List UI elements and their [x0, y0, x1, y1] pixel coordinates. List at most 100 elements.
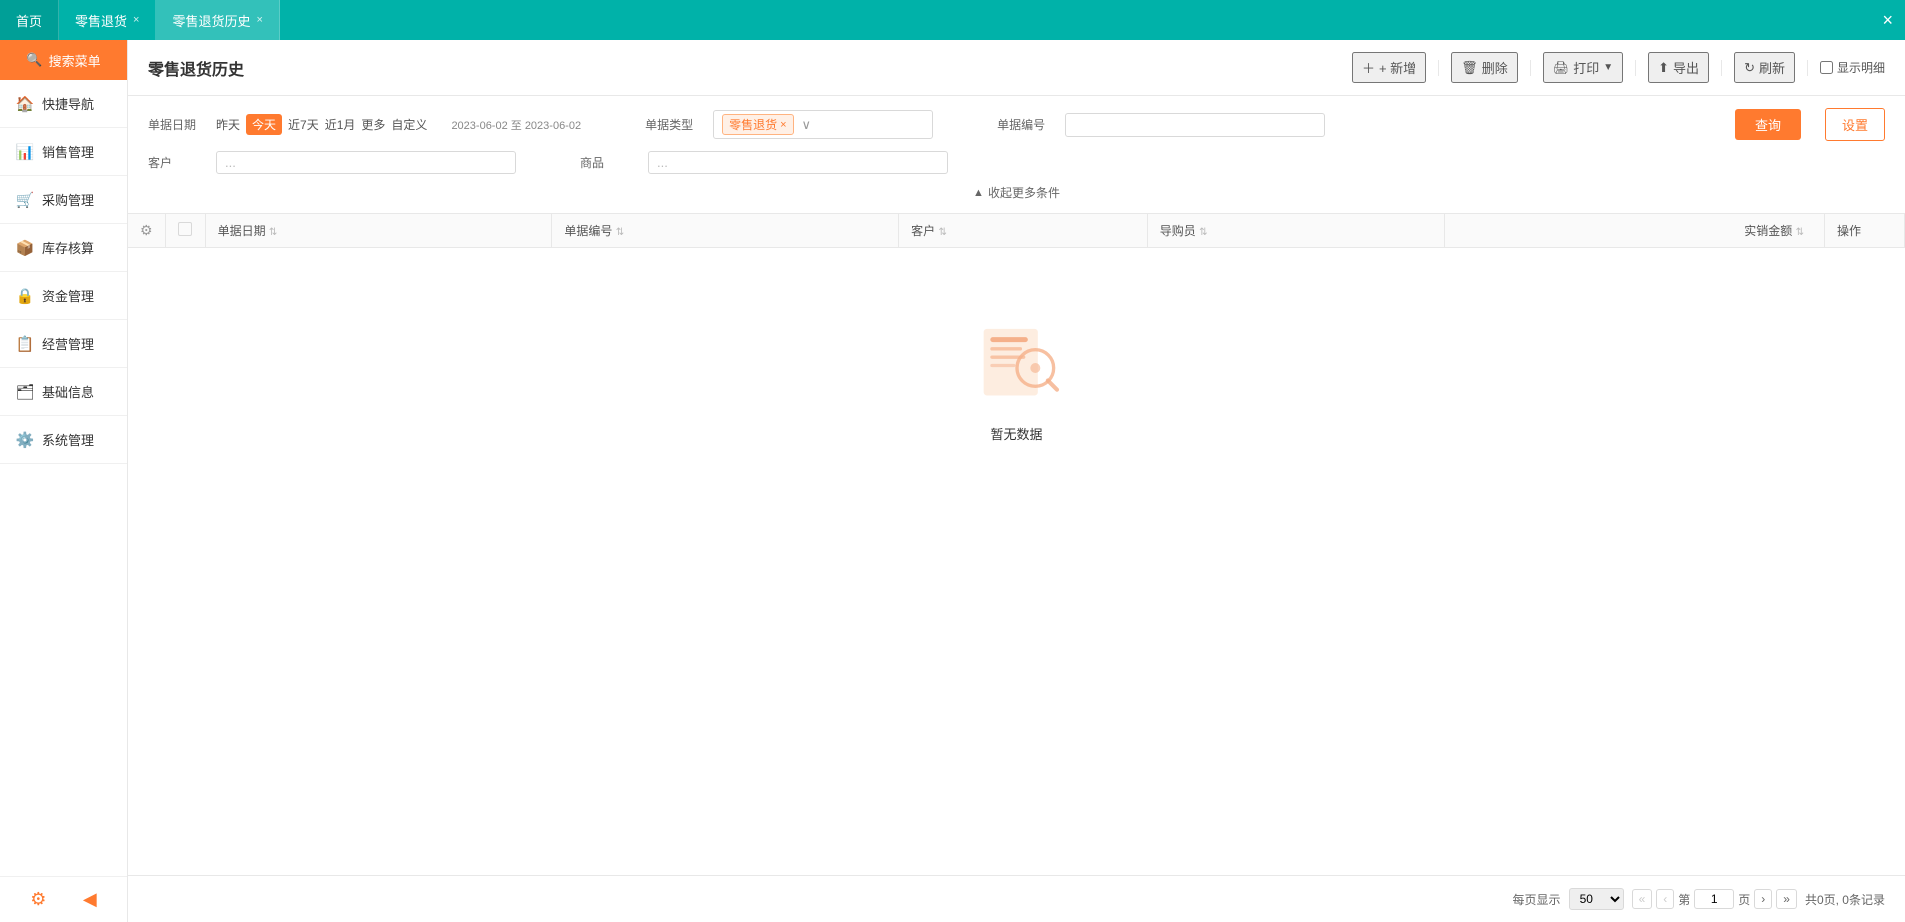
filter-goods-label: 商品	[580, 154, 640, 171]
filter-type-tag-value: 零售退货	[729, 116, 777, 133]
date-option-7days[interactable]: 近7天	[288, 116, 319, 133]
collapse-label: 收起更多条件	[988, 184, 1060, 201]
sidebar-bottom: ⚙ ◀	[0, 876, 127, 922]
sidebar-item-inventory[interactable]: 📦 库存核算	[0, 224, 127, 272]
th-amount[interactable]: 实销金额 ⇅	[1445, 214, 1825, 248]
empty-state: 暂无数据	[128, 248, 1905, 503]
filter-goods-select[interactable]: ...	[648, 151, 948, 174]
date-option-yesterday[interactable]: 昨天	[216, 116, 240, 133]
th-guide[interactable]: 导购员 ⇅	[1147, 214, 1445, 248]
sidebar-item-quick-nav[interactable]: 🏠 快捷导航	[0, 80, 127, 128]
divider-2	[1530, 60, 1531, 76]
sidebar-item-finance-mgmt[interactable]: 🔒 资金管理	[0, 272, 127, 320]
collapse-sidebar-icon[interactable]: ◀	[83, 889, 97, 910]
print-button[interactable]: 🖨 打印 ▼	[1543, 52, 1623, 83]
sidebar-item-sales-mgmt-label: 销售管理	[42, 142, 94, 161]
filter-voucher-label: 单据编号	[997, 116, 1057, 133]
tab-retail-return-history-label: 零售退货历史	[172, 11, 250, 30]
tab-retail-return-history-close[interactable]: ×	[256, 14, 262, 26]
filter-customer-placeholder: ...	[225, 155, 236, 170]
sidebar-item-system-mgmt-label: 系统管理	[42, 430, 94, 449]
filter-date-group: 单据日期 昨天 今天 近7天 近1月 更多 自定义	[148, 114, 427, 135]
refresh-button[interactable]: ↻ 刷新	[1734, 52, 1795, 83]
new-icon: ＋	[1362, 58, 1375, 77]
sort-customer-icon: ⇅	[939, 227, 947, 238]
divider-1	[1438, 60, 1439, 76]
print-icon: 🖨	[1553, 60, 1570, 76]
column-settings-icon[interactable]: ⚙	[140, 222, 153, 238]
show-detail-checkbox[interactable]	[1820, 61, 1833, 74]
table-header: ⚙ 单据日期 ⇅ 单据编号 ⇅	[128, 214, 1905, 248]
sort-voucher-icon: ⇅	[616, 227, 624, 238]
th-voucher-no[interactable]: 单据编号 ⇅	[552, 214, 899, 248]
sidebar-item-purchase-mgmt[interactable]: 🛒 采购管理	[0, 176, 127, 224]
date-range-display: 2023-06-02 至 2023-06-02	[451, 117, 581, 133]
sidebar-item-basic-info[interactable]: 🗂 基础信息	[0, 368, 127, 416]
th-voucher-no-label: 单据编号	[564, 224, 612, 238]
th-customer[interactable]: 客户 ⇅	[899, 214, 1148, 248]
basic-info-icon: 🗂	[16, 383, 34, 401]
page-nav: « ‹ 第 页 › »	[1632, 889, 1797, 909]
date-option-custom[interactable]: 自定义	[391, 116, 427, 133]
th-customer-label: 客户	[911, 224, 935, 238]
delete-label: 删除	[1482, 58, 1508, 77]
setting-button[interactable]: 设置	[1825, 108, 1885, 141]
home-icon: 🏠	[16, 95, 34, 113]
page-size-select[interactable]: 20 50 100	[1569, 888, 1624, 910]
query-button[interactable]: 查询	[1735, 109, 1801, 140]
filter-date-options: 昨天 今天 近7天 近1月 更多 自定义	[216, 114, 427, 135]
tab-home[interactable]: 首页	[0, 0, 59, 40]
last-page-btn[interactable]: »	[1776, 889, 1797, 909]
th-ops-label: 操作	[1837, 224, 1861, 238]
th-date-label: 单据日期	[218, 224, 266, 238]
export-button[interactable]: ⬆ 导出	[1648, 52, 1709, 83]
th-ops: 操作	[1825, 214, 1905, 248]
first-page-btn[interactable]: «	[1632, 889, 1653, 909]
tab-retail-return-close[interactable]: ×	[133, 14, 139, 26]
window-close-btn[interactable]: ×	[1870, 10, 1905, 31]
sidebar-item-operation-mgmt[interactable]: 📋 经营管理	[0, 320, 127, 368]
table-header-row: ⚙ 单据日期 ⇅ 单据编号 ⇅	[128, 214, 1905, 248]
sidebar-item-system-mgmt[interactable]: ⚙️ 系统管理	[0, 416, 127, 464]
prev-page-btn[interactable]: ‹	[1656, 889, 1674, 909]
tab-retail-return-label: 零售退货	[75, 11, 127, 30]
show-detail-label: 显示明细	[1820, 59, 1885, 76]
new-button[interactable]: ＋ + 新增	[1352, 52, 1426, 83]
filter-voucher-group: 单据编号	[997, 113, 1325, 137]
data-table: ⚙ 单据日期 ⇅ 单据编号 ⇅	[128, 214, 1905, 248]
pagination: 每页显示 20 50 100 « ‹ 第 页 › » 共0页, 0条记录	[128, 875, 1905, 922]
page-number-input[interactable]	[1694, 889, 1734, 909]
top-bar: 首页 零售退货 × 零售退货历史 × ×	[0, 0, 1905, 40]
filter-voucher-input[interactable]	[1065, 113, 1325, 137]
filter-type-select[interactable]: 零售退货 × ∨	[713, 110, 933, 139]
filter-type-dropdown-icon[interactable]: ∨	[802, 117, 812, 133]
date-option-1month[interactable]: 近1月	[325, 116, 356, 133]
content-area: 零售退货历史 ＋ + 新增 🗑 删除 🖨 打印 ▼	[128, 40, 1905, 922]
sidebar-item-inventory-label: 库存核算	[42, 238, 94, 257]
select-all-checkbox[interactable]	[178, 222, 192, 236]
date-option-today[interactable]: 今天	[246, 114, 282, 135]
th-guide-label: 导购员	[1160, 224, 1196, 238]
header-actions: ＋ + 新增 🗑 删除 🖨 打印 ▼ ⬆ 导出	[1352, 52, 1885, 83]
collapse-filter-btn[interactable]: ▲ 收起更多条件	[148, 184, 1885, 201]
delete-button[interactable]: 🗑 删除	[1451, 52, 1518, 83]
settings-bottom-icon[interactable]: ⚙	[30, 889, 46, 910]
show-detail-text: 显示明细	[1837, 59, 1885, 76]
filter-customer-select[interactable]: ...	[216, 151, 516, 174]
filter-type-tag-close[interactable]: ×	[780, 119, 786, 131]
sidebar-search[interactable]: 🔍 搜索菜单	[0, 40, 127, 80]
filter-type-group: 单据类型 零售退货 × ∨	[645, 110, 933, 139]
filter-type-tag: 零售退货 ×	[722, 114, 793, 135]
tab-retail-return[interactable]: 零售退货 ×	[59, 0, 156, 40]
th-amount-label: 实销金额	[1744, 224, 1792, 238]
inventory-icon: 📦	[16, 239, 34, 257]
date-option-more[interactable]: 更多	[361, 116, 385, 133]
next-page-btn[interactable]: ›	[1754, 889, 1772, 909]
th-date[interactable]: 单据日期 ⇅	[205, 214, 552, 248]
sidebar-item-sales-mgmt[interactable]: 📊 销售管理	[0, 128, 127, 176]
sort-guide-icon: ⇅	[1199, 227, 1207, 238]
sidebar-item-quick-nav-label: 快捷导航	[42, 94, 94, 113]
tab-retail-return-history[interactable]: 零售退货历史 ×	[156, 0, 279, 40]
sidebar-item-operation-mgmt-label: 经营管理	[42, 334, 94, 353]
divider-4	[1721, 60, 1722, 76]
